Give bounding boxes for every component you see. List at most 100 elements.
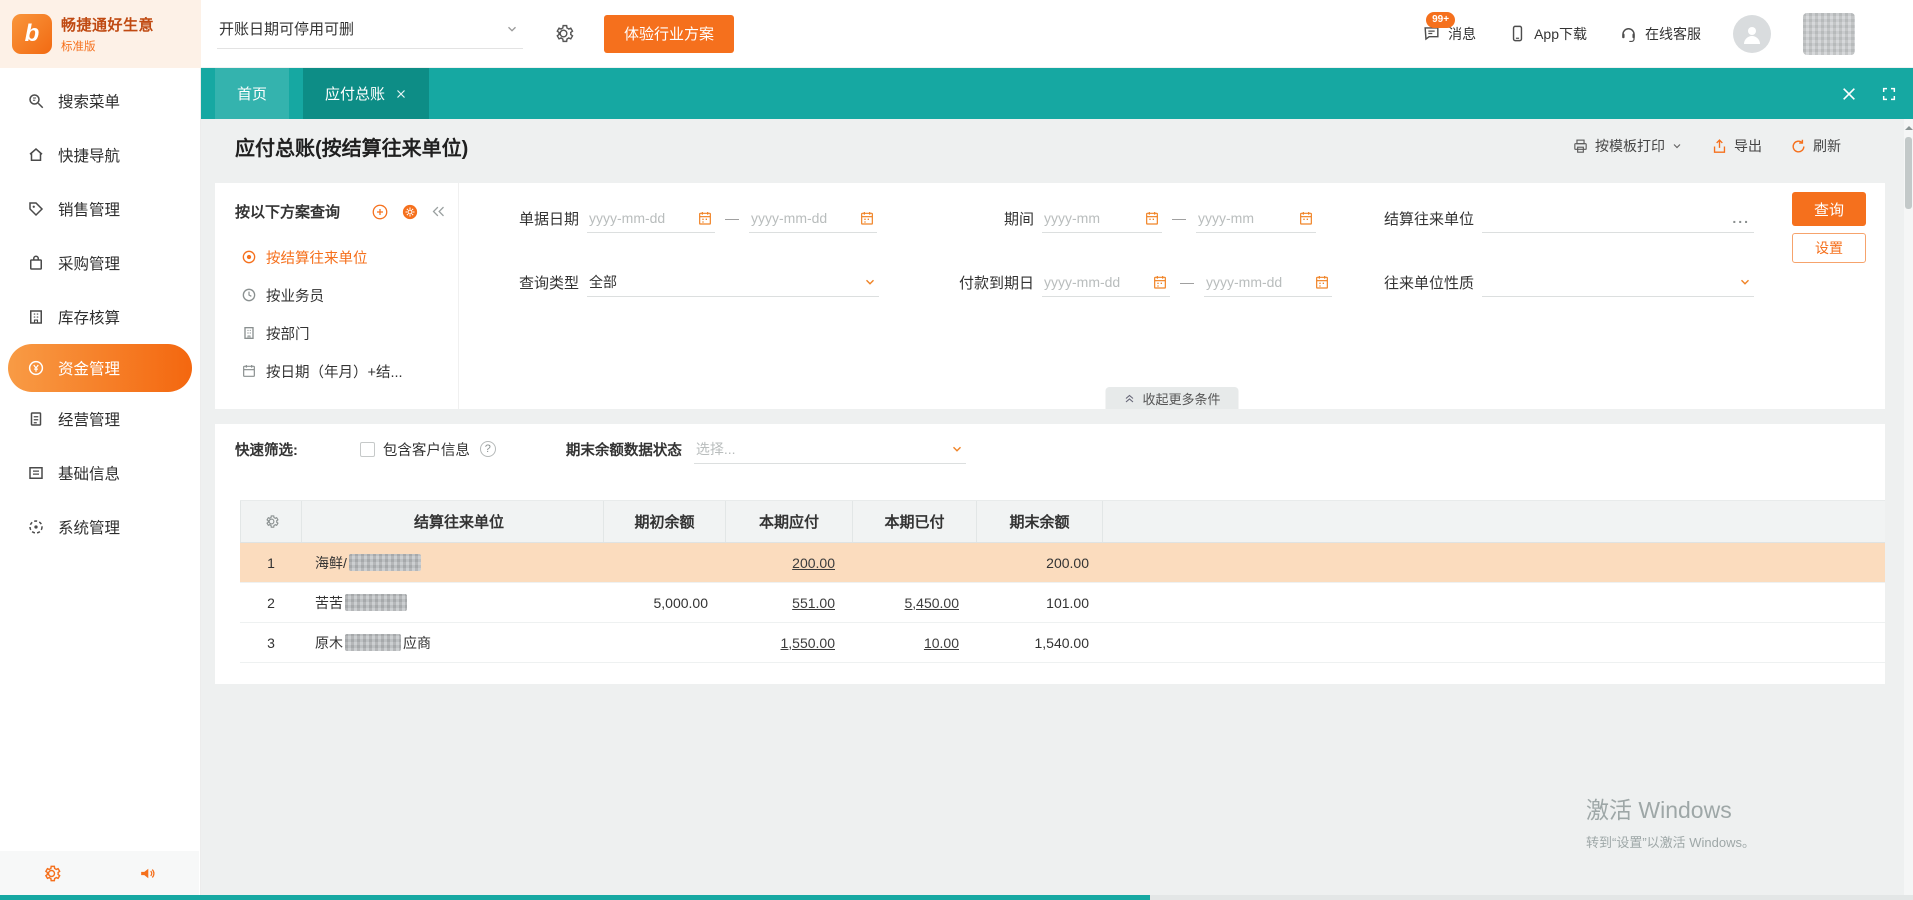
include-customer-label: 包含客户信息 <box>382 442 470 459</box>
table-row[interactable]: 1 海鲜/ 200.00 200.00 <box>240 543 1885 583</box>
sidebar-item-system[interactable]: 系统管理 <box>0 500 200 554</box>
scheme-by-partner[interactable]: 按结算往来单位 <box>215 238 458 276</box>
add-scheme-icon[interactable] <box>371 203 389 221</box>
query-type-select[interactable]: 全部 <box>587 267 879 297</box>
column-header-closing[interactable]: 期末余额 <box>977 501 1103 542</box>
row-filler <box>1103 623 1885 662</box>
close-all-tabs-icon[interactable] <box>1841 86 1857 102</box>
scheme-label: 按业务员 <box>266 288 324 305</box>
help-icon[interactable]: ? <box>479 441 496 457</box>
due-date-from-input[interactable]: yyyy-mm-dd <box>1042 267 1170 297</box>
messages-button[interactable]: 99+ 消息 <box>1422 11 1476 44</box>
sidebar-item-sales[interactable]: 销售管理 <box>0 182 200 236</box>
headset-icon <box>1619 24 1638 43</box>
calendar-icon[interactable] <box>859 210 875 226</box>
announcement-icon[interactable] <box>138 864 157 883</box>
partner-input[interactable]: ... <box>1482 203 1754 233</box>
period-label: 期间 <box>1003 210 1034 228</box>
due-date-to-input[interactable]: yyyy-mm-dd <box>1204 267 1332 297</box>
calendar-icon[interactable] <box>1298 210 1314 226</box>
results-panel: 快速筛选: 包含客户信息 ? 期末余额数据状态 选择... 结算往来单位 期初余… <box>215 424 1885 684</box>
paid-amount-link[interactable]: 5,450.00 <box>905 595 960 611</box>
month-placeholder: yyyy-mm <box>1044 209 1100 226</box>
sidebar-item-purchase[interactable]: 采购管理 <box>0 236 200 290</box>
column-header-partner[interactable]: 结算往来单位 <box>302 501 604 542</box>
collapse-panel-icon[interactable] <box>431 204 446 219</box>
sidebar-item-inventory[interactable]: 库存核算 <box>0 290 200 344</box>
avatar[interactable] <box>1733 14 1771 53</box>
sidebar-item-label: 基础信息 <box>58 466 121 483</box>
include-customer-checkbox[interactable] <box>359 441 375 457</box>
export-button[interactable]: 导出 <box>1711 136 1762 156</box>
partner-more-button[interactable]: ... <box>1732 210 1750 226</box>
brand-name: 畅捷通好生意 <box>61 16 155 34</box>
app-download-label: App下载 <box>1534 25 1587 42</box>
search-button[interactable]: 查询 <box>1792 192 1866 226</box>
scheme-by-department[interactable]: 按部门 <box>215 314 458 352</box>
column-settings-gear-icon[interactable] <box>264 514 279 529</box>
table-row[interactable]: 3 原木 应商 1,550.00 10.00 1,540.00 <box>240 623 1885 663</box>
doc-date-to-input[interactable]: yyyy-mm-dd <box>749 203 877 233</box>
horizontal-scrollbar[interactable] <box>0 895 1913 900</box>
sidebar-item-funds[interactable]: 资金管理 <box>8 344 192 392</box>
column-header-payable[interactable]: 本期应付 <box>726 501 853 542</box>
period-from-input[interactable]: yyyy-mm <box>1042 203 1162 233</box>
calendar-icon[interactable] <box>1144 210 1160 226</box>
calendar-icon[interactable] <box>697 210 713 226</box>
column-header-paid[interactable]: 本期已付 <box>853 501 977 542</box>
calendar-icon[interactable] <box>1152 274 1168 290</box>
online-support-button[interactable]: 在线客服 <box>1619 24 1701 44</box>
row-filler <box>1103 583 1885 622</box>
query-scheme-title: 按以下方案查询 <box>235 204 341 221</box>
payable-amount-link[interactable]: 200.00 <box>792 555 835 571</box>
date-placeholder: yyyy-mm-dd <box>1206 273 1283 290</box>
app-logo[interactable]: b 畅捷通好生意 标准版 <box>0 0 201 68</box>
period-to-input[interactable]: yyyy-mm <box>1196 203 1316 233</box>
scheme-by-date[interactable]: 按日期（年月）+结... <box>215 352 458 390</box>
topbar: b 畅捷通好生意 标准版 开账日期可停用可删 体验行业方案 99+ 消息 App… <box>0 0 1913 68</box>
payable-amount-link[interactable]: 551.00 <box>792 595 835 611</box>
shopping-bag-icon <box>27 254 45 272</box>
paid-amount-link[interactable]: 10.00 <box>924 635 959 651</box>
partner-nature-select[interactable] <box>1482 267 1754 297</box>
query-type-value: 全部 <box>589 273 617 290</box>
sidebar-item-label: 销售管理 <box>58 202 121 219</box>
scheme-by-salesperson[interactable]: 按业务员 <box>215 276 458 314</box>
account-set-dropdown[interactable]: 开账日期可停用可删 <box>217 18 523 49</box>
calendar-icon[interactable] <box>1314 274 1330 290</box>
refresh-button[interactable]: 刷新 <box>1790 136 1841 156</box>
settings-button[interactable]: 设置 <box>1792 233 1866 263</box>
vertical-scrollbar-thumb[interactable] <box>1905 137 1912 209</box>
tab-accounts-payable[interactable]: 应付总账 <box>303 68 430 119</box>
partner-nature-label: 往来单位性质 <box>1383 274 1474 292</box>
chevron-down-icon <box>863 275 877 289</box>
horizontal-scrollbar-thumb[interactable] <box>0 895 1150 900</box>
trial-plan-button[interactable]: 体验行业方案 <box>604 14 735 53</box>
doc-date-from-input[interactable]: yyyy-mm-dd <box>587 203 715 233</box>
partner-name-cell: 原木 应商 <box>302 623 604 662</box>
collapse-more-conditions[interactable]: 收起更多条件 <box>1105 387 1239 409</box>
brand-logo-icon: b <box>12 13 52 54</box>
app-download-button[interactable]: App下载 <box>1508 24 1587 44</box>
settings-gear-icon[interactable] <box>553 23 574 44</box>
payable-amount-link[interactable]: 1,550.00 <box>781 635 836 651</box>
sidebar-item-search-menu[interactable]: 搜索菜单 <box>0 74 200 128</box>
column-header-filler <box>1103 501 1885 542</box>
sidebar-item-base-info[interactable]: 基础信息 <box>0 446 200 500</box>
footer-gear-icon[interactable] <box>42 864 61 883</box>
tab-close-icon[interactable] <box>395 88 407 100</box>
scheme-label: 按部门 <box>266 326 310 343</box>
fullscreen-icon[interactable] <box>1881 86 1897 102</box>
column-header-opening[interactable]: 期初余额 <box>604 501 726 542</box>
tab-home[interactable]: 首页 <box>215 68 290 119</box>
print-by-template-button[interactable]: 按模板打印 <box>1572 136 1683 156</box>
sidebar-item-operations[interactable]: 经营管理 <box>0 392 200 446</box>
table-row[interactable]: 2 苦苦 5,000.00 551.00 5,450.00 101.00 <box>240 583 1885 623</box>
balance-status-select[interactable]: 选择... <box>693 434 966 464</box>
scheme-settings-icon[interactable] <box>401 203 419 221</box>
chevron-down-icon <box>505 22 519 36</box>
sidebar-item-quick-nav[interactable]: 快捷导航 <box>0 128 200 182</box>
vertical-scrollbar[interactable] <box>1904 119 1913 895</box>
scroll-up-arrow[interactable] <box>1904 124 1913 130</box>
refresh-label: 刷新 <box>1813 138 1841 154</box>
